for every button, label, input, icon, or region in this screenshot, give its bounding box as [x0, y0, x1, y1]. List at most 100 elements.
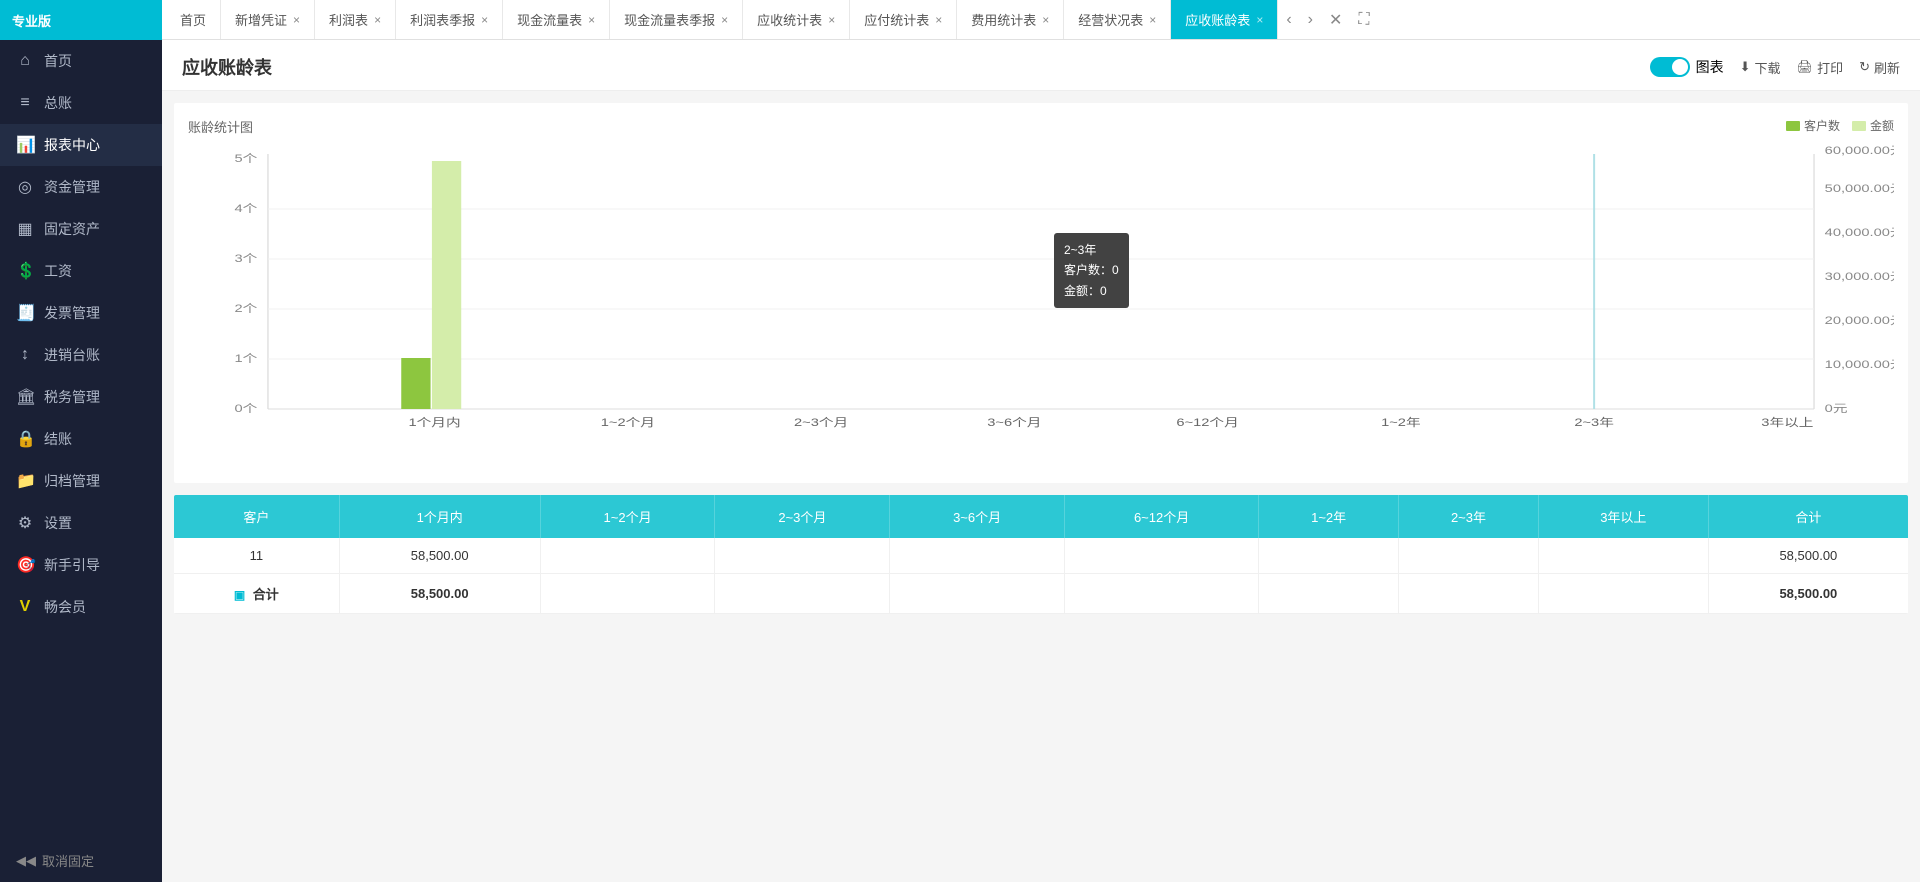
- tab-close-icon[interactable]: ×: [1042, 13, 1049, 27]
- td-m5: [1065, 538, 1259, 574]
- chart-toggle[interactable]: [1650, 57, 1690, 77]
- sidebar-item-invoice[interactable]: 🧾 发票管理: [0, 292, 162, 334]
- th-m6: 1~2年: [1259, 495, 1399, 538]
- sidebar-item-fund[interactable]: ◎ 资金管理: [0, 166, 162, 208]
- table-total-row: ▣ 合计 58,500.00 58,500.00: [174, 574, 1908, 614]
- sidebar-item-label: 首页: [44, 51, 72, 71]
- print-button[interactable]: 🖨 打印: [1797, 58, 1844, 77]
- total-icon: ▣: [234, 588, 245, 602]
- svg-text:1~2年: 1~2年: [1381, 416, 1421, 429]
- tab-expense-stats[interactable]: 费用统计表 ×: [957, 0, 1064, 40]
- svg-text:6~12个月: 6~12个月: [1176, 416, 1238, 429]
- sidebar-item-label: 新手引导: [44, 555, 100, 575]
- download-label: 下载: [1755, 58, 1781, 77]
- tab-next-button[interactable]: ›: [1300, 0, 1321, 40]
- tab-home[interactable]: 首页: [166, 0, 221, 40]
- page-content: 应收账龄表 图表 ⬇ 下载 🖨 打印 ↻ 刷新: [162, 40, 1920, 882]
- page-title: 应收账龄表: [182, 54, 272, 80]
- sidebar-item-home[interactable]: ⌂ 首页: [0, 40, 162, 82]
- sidebar-item-assets[interactable]: ▦ 固定资产: [0, 208, 162, 250]
- svg-text:1~2个月: 1~2个月: [601, 416, 655, 429]
- tab-label: 利润表季报: [410, 10, 475, 29]
- tab-close-icon[interactable]: ×: [374, 13, 381, 27]
- sidebar-unpin-button[interactable]: ◀◀ 取消固定: [0, 839, 162, 882]
- tab-prev-button[interactable]: ‹: [1278, 0, 1299, 40]
- refresh-icon: ↻: [1859, 59, 1870, 75]
- tab-fullscreen-button[interactable]: ⛶: [1350, 0, 1377, 40]
- tab-new-voucher[interactable]: 新增凭证 ×: [221, 0, 315, 40]
- legend-customer-label: 客户数: [1804, 117, 1840, 134]
- sidebar-item-label: 畅会员: [44, 597, 86, 617]
- th-customer: 客户: [174, 495, 339, 538]
- tab-close-icon[interactable]: ×: [1149, 13, 1156, 27]
- tab-cashflow-q[interactable]: 现金流量表季报 ×: [610, 0, 743, 40]
- td-customer: 11: [174, 538, 339, 574]
- tab-label: 应付统计表: [864, 10, 929, 29]
- tab-close-icon[interactable]: ×: [588, 13, 595, 27]
- tab-profit-q[interactable]: 利润表季报 ×: [396, 0, 503, 40]
- td-total-m2: [540, 574, 715, 614]
- svg-text:3个: 3个: [234, 252, 257, 265]
- tab-cashflow[interactable]: 现金流量表 ×: [503, 0, 610, 40]
- sidebar-item-report[interactable]: 📊 报表中心: [0, 124, 162, 166]
- sidebar-item-vip[interactable]: V 畅会员: [0, 586, 162, 628]
- legend-customer-color: [1786, 121, 1800, 131]
- svg-text:2~3年: 2~3年: [1574, 416, 1614, 429]
- td-m6: [1259, 538, 1399, 574]
- salary-icon: 💲: [16, 261, 34, 281]
- svg-text:3~6个月: 3~6个月: [987, 416, 1041, 429]
- tab-close-icon[interactable]: ×: [935, 13, 942, 27]
- tab-biz-status[interactable]: 经营状况表 ×: [1064, 0, 1171, 40]
- sidebar-item-settings[interactable]: ⚙ 设置: [0, 502, 162, 544]
- svg-text:60,000.00元: 60,000.00元: [1825, 144, 1894, 157]
- sidebar-item-label: 结账: [44, 429, 72, 449]
- download-button[interactable]: ⬇ 下载: [1740, 58, 1781, 77]
- td-m8: [1538, 538, 1708, 574]
- report-icon: 📊: [16, 135, 34, 155]
- tab-payable-stats[interactable]: 应付统计表 ×: [850, 0, 957, 40]
- sidebar-item-tax[interactable]: 🏛 税务管理: [0, 376, 162, 418]
- guide-icon: 🎯: [16, 555, 34, 575]
- chart-toggle-label: 图表: [1696, 57, 1724, 77]
- svg-text:4个: 4个: [234, 202, 257, 215]
- sidebar-item-label: 设置: [44, 513, 72, 533]
- tab-aging[interactable]: 应收账龄表 ×: [1171, 0, 1278, 40]
- td-total-m8: [1538, 574, 1708, 614]
- main-area: 首页 新增凭证 × 利润表 × 利润表季报 × 现金流量表 × 现金流量表季报 …: [162, 0, 1920, 882]
- sidebar-item-close[interactable]: 🔒 结账: [0, 418, 162, 460]
- tab-close-icon[interactable]: ×: [481, 13, 488, 27]
- svg-text:40,000.00元: 40,000.00元: [1825, 226, 1894, 239]
- tab-profit[interactable]: 利润表 ×: [315, 0, 396, 40]
- th-m3: 2~3个月: [715, 495, 890, 538]
- td-total-m5: [1065, 574, 1259, 614]
- tab-close-icon[interactable]: ×: [828, 13, 835, 27]
- svg-text:0个: 0个: [234, 402, 257, 415]
- tab-close-icon[interactable]: ×: [721, 13, 728, 27]
- td-m1: 58,500.00: [339, 538, 540, 574]
- sidebar-item-purchase[interactable]: ↕ 进销台账: [0, 334, 162, 376]
- td-total: 58,500.00: [1708, 538, 1908, 574]
- td-total-m7: [1399, 574, 1539, 614]
- aging-table-wrap: 客户 1个月内 1~2个月 2~3个月 3~6个月 6~12个月 1~2年 2~…: [174, 495, 1908, 614]
- td-m2: [540, 538, 715, 574]
- tab-receivable-stats[interactable]: 应收统计表 ×: [743, 0, 850, 40]
- table-row[interactable]: 11 58,500.00 58,500.00: [174, 538, 1908, 574]
- sidebar-item-guide[interactable]: 🎯 新手引导: [0, 544, 162, 586]
- td-m7: [1399, 538, 1539, 574]
- th-m8: 3年以上: [1538, 495, 1708, 538]
- total-label: 合计: [253, 587, 279, 602]
- sidebar-item-salary[interactable]: 💲 工资: [0, 250, 162, 292]
- svg-text:3年以上: 3年以上: [1761, 416, 1813, 429]
- sidebar: 专业版 ⌂ 首页 ≡ 总账 📊 报表中心 ◎ 资金管理 ▦ 固定资产 💲 工资 …: [0, 0, 162, 882]
- th-total: 合计: [1708, 495, 1908, 538]
- refresh-button[interactable]: ↻ 刷新: [1859, 58, 1900, 77]
- svg-text:1个: 1个: [234, 352, 257, 365]
- legend-amount-color: [1852, 121, 1866, 131]
- tab-close-icon[interactable]: ×: [1256, 13, 1263, 27]
- sidebar-item-archive[interactable]: 📁 归档管理: [0, 460, 162, 502]
- tab-close-all-button[interactable]: ✕: [1321, 0, 1350, 40]
- sidebar-item-ledger[interactable]: ≡ 总账: [0, 82, 162, 124]
- vip-icon: V: [16, 598, 34, 616]
- tab-close-icon[interactable]: ×: [293, 13, 300, 27]
- td-total-sum: 58,500.00: [1708, 574, 1908, 614]
